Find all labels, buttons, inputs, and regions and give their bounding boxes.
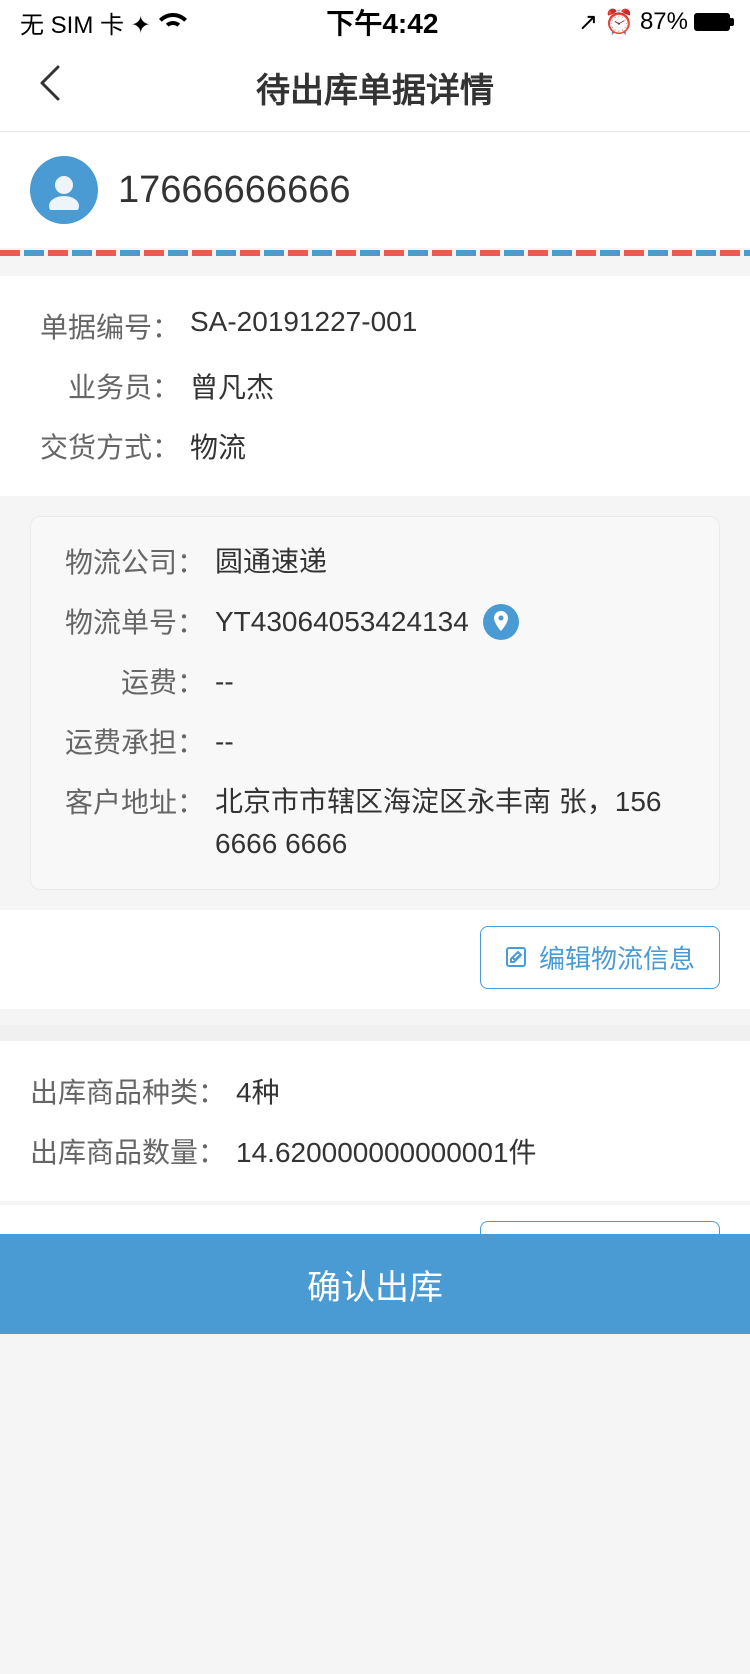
edit-icon [505, 946, 529, 970]
logistics-card: 物流公司： 圆通速递 物流单号： YT43064053424134 运费： --… [30, 516, 720, 890]
sales-person-value: 曾凡杰 [190, 366, 720, 406]
address-label: 客户地址： [55, 781, 215, 821]
products-card: 出库商品种类： 4种 出库商品数量： 14.620000000000001件 [0, 1041, 750, 1201]
logistics-tracking-value: YT43064053424134 [215, 601, 695, 643]
freight-bear-label: 运费承担： [55, 721, 215, 761]
empty-space [0, 1304, 750, 1564]
logistics-tracking-label: 物流单号： [55, 601, 215, 641]
product-types-label: 出库商品种类： [30, 1071, 236, 1111]
sales-person-label: 业务员： [30, 366, 190, 406]
delivery-method-value: 物流 [190, 426, 720, 466]
alarm-icon: ⏰ [604, 8, 634, 37]
no-sim-text: 无 SIM 卡 ✦ [20, 5, 151, 40]
logistics-company-row: 物流公司： 圆通速递 [55, 541, 695, 583]
document-number-row: 单据编号： SA-20191227-001 [30, 306, 720, 346]
document-info-card: 单据编号： SA-20191227-001 业务员： 曾凡杰 交货方式： 物流 [0, 276, 750, 496]
logistics-company-value: 圆通速递 [215, 541, 695, 583]
address-row: 客户地址： 北京市市辖区海淀区永丰南 张，156 6666 6666 [55, 781, 695, 865]
delivery-method-label: 交货方式： [30, 426, 190, 466]
avatar [30, 156, 98, 224]
nav-bar: 待出库单据详情 [0, 44, 750, 132]
logistics-company-label: 物流公司： [55, 541, 215, 581]
logistics-tracking-row: 物流单号： YT43064053424134 [55, 601, 695, 643]
product-types-value: 4种 [236, 1071, 720, 1111]
edit-logistics-button[interactable]: 编辑物流信息 [480, 926, 720, 989]
freight-row: 运费： -- [55, 661, 695, 703]
confirm-button-label: 确认出库 [307, 1260, 443, 1309]
product-types-row: 出库商品种类： 4种 [30, 1071, 720, 1111]
wifi-icon [159, 8, 187, 36]
address-value: 北京市市辖区海淀区永丰南 张，156 6666 6666 [215, 781, 695, 865]
status-right: ↗ ⏰ 87% [578, 8, 730, 37]
edit-btn-container: 编辑物流信息 [0, 910, 750, 1009]
location-status-icon: ↗ [578, 8, 598, 37]
section-divider [0, 1025, 750, 1041]
document-number-value: SA-20191227-001 [190, 306, 720, 338]
product-quantity-label: 出库商品数量： [30, 1131, 236, 1171]
status-bar: 无 SIM 卡 ✦ 下午4:42 ↗ ⏰ 87% [0, 0, 750, 44]
freight-bear-value: -- [215, 721, 695, 763]
map-pin-icon[interactable] [483, 604, 519, 640]
customer-phone: 17666666666 [118, 169, 350, 212]
confirm-button-bar[interactable]: 确认出库 [0, 1234, 750, 1334]
battery-text: 87% [640, 8, 688, 36]
tracking-number-text: YT43064053424134 [215, 601, 469, 643]
delivery-method-row: 交货方式： 物流 [30, 426, 720, 466]
document-number-label: 单据编号： [30, 306, 190, 346]
product-quantity-value: 14.620000000000001件 [236, 1131, 720, 1171]
product-quantity-row: 出库商品数量： 14.620000000000001件 [30, 1131, 720, 1171]
freight-label: 运费： [55, 661, 215, 701]
edit-btn-label: 编辑物流信息 [539, 939, 695, 976]
back-button[interactable] [30, 55, 70, 120]
customer-bar: 17666666666 [0, 132, 750, 248]
status-left: 无 SIM 卡 ✦ [20, 5, 187, 40]
status-time: 下午4:42 [326, 2, 438, 42]
freight-value: -- [215, 661, 695, 703]
sales-person-row: 业务员： 曾凡杰 [30, 366, 720, 406]
freight-bear-row: 运费承担： -- [55, 721, 695, 763]
page-title: 待出库单据详情 [256, 63, 494, 112]
battery-icon [694, 13, 730, 31]
dashed-divider [0, 250, 750, 256]
